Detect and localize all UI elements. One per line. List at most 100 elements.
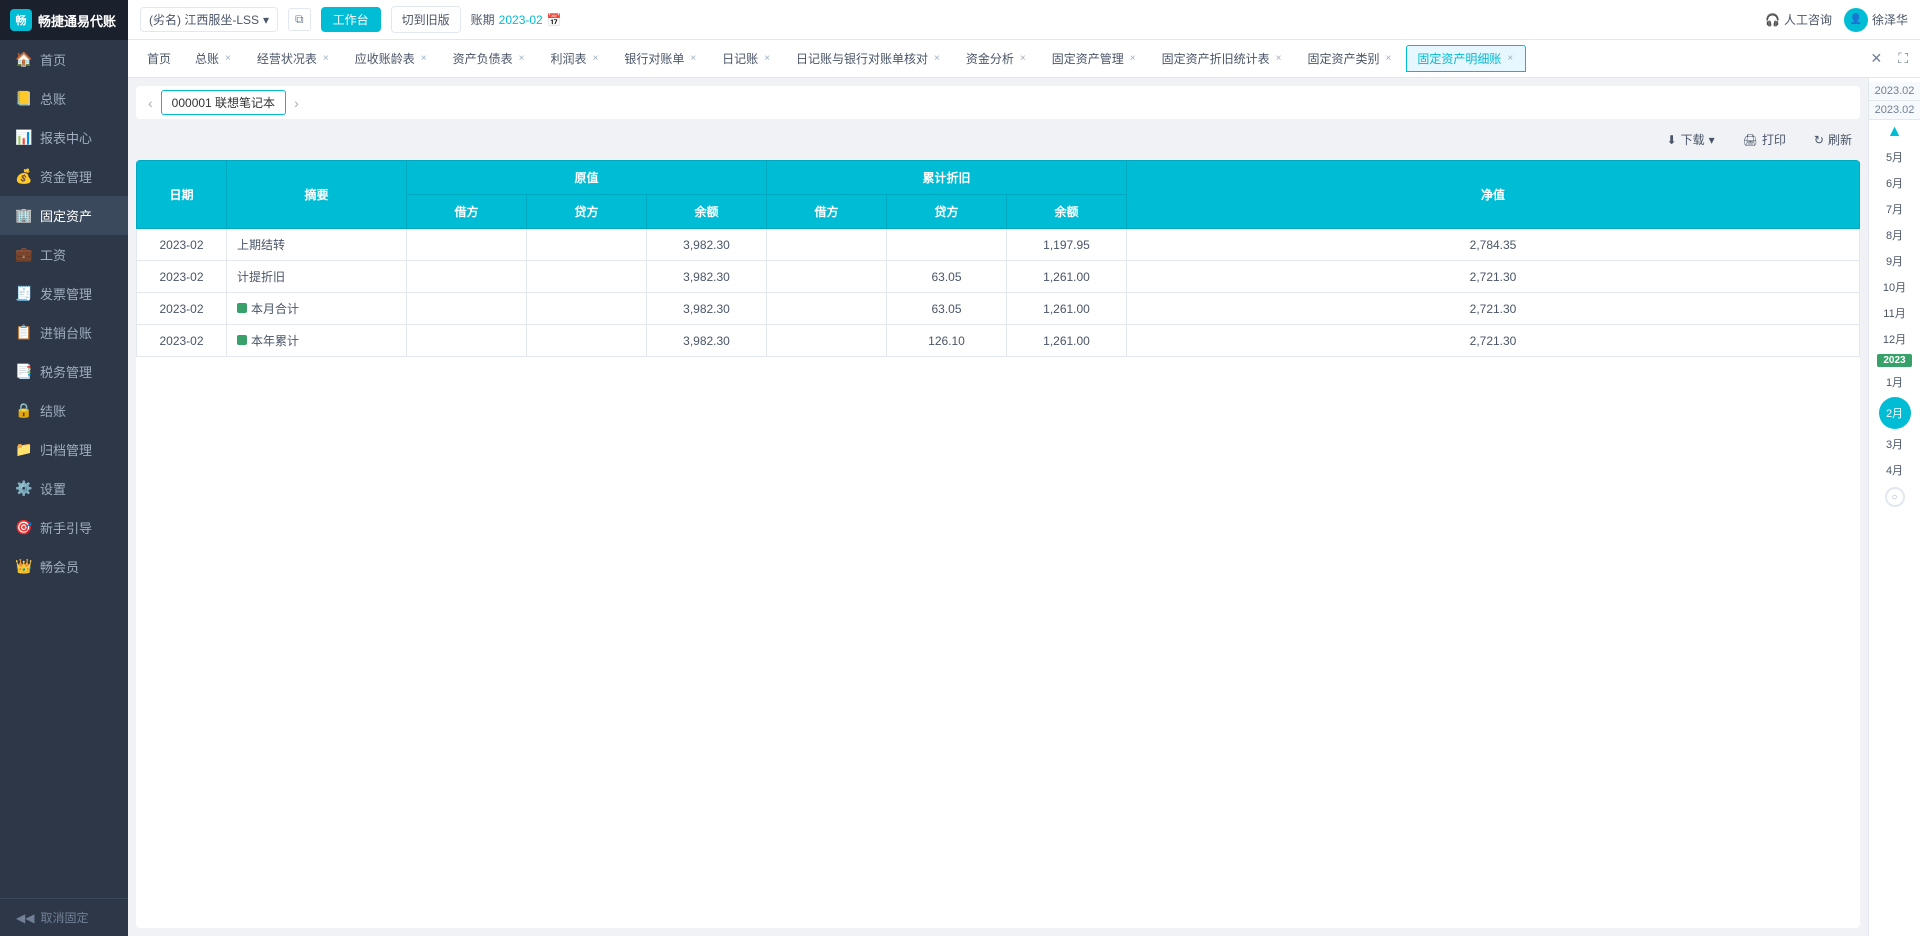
refresh-button[interactable]: ↻ 刷新 (1806, 127, 1860, 152)
tab-fixed-depreciation[interactable]: 固定资产折旧统计表 × (1151, 45, 1295, 72)
sidebar-item-archive[interactable]: 📁 归档管理 (0, 430, 128, 469)
month-10[interactable]: 10月 (1869, 274, 1920, 300)
sidebar-item-ledger[interactable]: 📒 总账 (0, 79, 128, 118)
calendar-icon[interactable]: 📅 (547, 13, 562, 27)
tab-balance-close[interactable]: × (517, 52, 527, 65)
tab-fund-analysis-close[interactable]: × (1018, 52, 1028, 65)
cell-orig-balance-1: 3,982.30 (647, 261, 767, 293)
th-date: 日期 (137, 161, 227, 229)
close-all-button[interactable]: ✕ (1866, 46, 1886, 71)
app-logo: 畅 畅捷通易代账 (0, 0, 128, 40)
print-icon: 🖨 (1743, 133, 1758, 147)
logo-icon: 畅 (10, 9, 32, 31)
cell-net-value-2: 2,721.30 (1127, 293, 1860, 325)
month-6[interactable]: 6月 (1869, 170, 1920, 196)
tab-fixed-mgmt-close[interactable]: × (1128, 52, 1138, 65)
cell-orig-credit-1 (527, 261, 647, 293)
company-selector[interactable]: (劣名) 江西服坐-LSS ▾ (140, 7, 278, 32)
sidebar-item-home[interactable]: 🏠 首页 (0, 40, 128, 79)
cell-orig-credit-3 (527, 325, 647, 357)
tab-receivable[interactable]: 应收账龄表 × (344, 45, 440, 72)
tab-receivable-close[interactable]: × (419, 52, 429, 65)
tab-journal[interactable]: 日记账 × (711, 45, 783, 72)
tab-management-close[interactable]: × (321, 52, 331, 65)
sidebar-item-member[interactable]: 👑 畅会员 (0, 547, 128, 586)
tab-ledger[interactable]: 总账 × (184, 45, 244, 72)
th-accum-balance: 余额 (1007, 195, 1127, 229)
tab-profit-label: 利润表 (550, 50, 586, 67)
tab-home[interactable]: 首页 (136, 45, 182, 72)
th-accum-credit: 贷方 (887, 195, 1007, 229)
sidebar-item-payroll[interactable]: 💼 工资 (0, 235, 128, 274)
tab-fixed-depreciation-close[interactable]: × (1274, 52, 1284, 65)
support-icon: 🎧 (1765, 13, 1780, 27)
tab-journal-bank[interactable]: 日记账与银行对账单核对 × (785, 45, 953, 72)
tab-fund-analysis[interactable]: 资金分析 × (955, 45, 1039, 72)
tab-ledger-close[interactable]: × (223, 52, 233, 65)
cell-orig-debit-1 (407, 261, 527, 293)
avatar-icon: 👤 (1850, 14, 1862, 25)
tab-bank-statement[interactable]: 银行对账单 × (613, 45, 709, 72)
tab-journal-bank-close[interactable]: × (932, 52, 942, 65)
subtab-prev[interactable]: ‹ (144, 93, 157, 113)
old-version-button[interactable]: 切到旧版 (391, 6, 461, 33)
workbench-button[interactable]: 工作台 (321, 7, 381, 32)
maximize-button[interactable]: ⛶ (1894, 46, 1912, 71)
tab-bank-statement-close[interactable]: × (688, 52, 698, 65)
sidebar-item-settings[interactable]: ⚙️ 设置 (0, 469, 128, 508)
user-profile[interactable]: 👤 徐泽华 (1844, 8, 1908, 32)
date-panel-year-top2: 2023.02 (1869, 101, 1920, 120)
tab-journal-close[interactable]: × (762, 52, 772, 65)
tab-fixed-detail[interactable]: 固定资产明细账 × (1406, 45, 1526, 72)
cell-orig-credit-0 (527, 229, 647, 261)
sidebar-item-guide[interactable]: 🎯 新手引导 (0, 508, 128, 547)
month-5[interactable]: 5月 (1869, 144, 1920, 170)
tab-profit-close[interactable]: × (590, 52, 600, 65)
dropdown-arrow-icon: ▾ (263, 13, 269, 27)
month-1[interactable]: 1月 (1869, 369, 1920, 395)
reports-icon: 📊 (16, 130, 32, 146)
sidebar-item-fund[interactable]: 💰 资金管理 (0, 157, 128, 196)
sidebar-item-fixed-assets[interactable]: 🏢 固定资产 (0, 196, 128, 235)
subtab-asset001[interactable]: 000001 联想笔记本 (161, 90, 286, 115)
sidebar-item-sales-ledger[interactable]: 📋 进销台账 (0, 313, 128, 352)
tab-fixed-depreciation-label: 固定资产折旧统计表 (1162, 50, 1270, 67)
month-9[interactable]: 9月 (1869, 248, 1920, 274)
tab-fixed-mgmt[interactable]: 固定资产管理 × (1041, 45, 1149, 72)
sidebar-item-invoice[interactable]: 🧾 发票管理 (0, 274, 128, 313)
cell-net-value-0: 2,784.35 (1127, 229, 1860, 261)
tab-management[interactable]: 经营状况表 × (246, 45, 342, 72)
tab-profit[interactable]: 利润表 × (539, 45, 611, 72)
month-7[interactable]: 7月 (1869, 196, 1920, 222)
main-area: (劣名) 江西服坐-LSS ▾ ⧉ 工作台 切到旧版 账期 2023-02 📅 … (128, 0, 1920, 936)
support-button[interactable]: 🎧 人工咨询 (1765, 11, 1832, 28)
month-2-active[interactable]: 2月 (1879, 397, 1911, 429)
month-11[interactable]: 11月 (1869, 300, 1920, 326)
cell-accum-debit-0 (767, 229, 887, 261)
month-3[interactable]: 3月 (1869, 431, 1920, 457)
month-12[interactable]: 12月 (1869, 326, 1920, 352)
sidebar-item-closing[interactable]: 🔒 结账 (0, 391, 128, 430)
sidebar-label-home: 首页 (40, 50, 66, 69)
subtab-next[interactable]: › (290, 93, 303, 113)
sidebar-label-invoice: 发票管理 (40, 284, 92, 303)
topbar-right: 🎧 人工咨询 👤 徐泽华 (1765, 8, 1908, 32)
refresh-icon: ↻ (1814, 133, 1824, 147)
tab-fixed-category-close[interactable]: × (1383, 52, 1393, 65)
th-orig-debit: 借方 (407, 195, 527, 229)
download-button[interactable]: ⬇ 下载 ▾ (1659, 127, 1723, 152)
month-4[interactable]: 4月 (1869, 457, 1920, 483)
date-nav-up[interactable]: ▲ (1883, 120, 1907, 144)
tab-home-label: 首页 (147, 50, 171, 67)
sidebar-item-tax[interactable]: 📑 税务管理 (0, 352, 128, 391)
sidebar-item-reports[interactable]: 📊 报表中心 (0, 118, 128, 157)
tab-balance[interactable]: 资产负债表 × (442, 45, 538, 72)
month-8[interactable]: 8月 (1869, 222, 1920, 248)
print-button[interactable]: 🖨 打印 (1735, 127, 1794, 152)
tab-fixed-category[interactable]: 固定资产类别 × (1296, 45, 1404, 72)
scroll-indicator[interactable]: ○ (1885, 487, 1905, 507)
copy-button[interactable]: ⧉ (288, 8, 311, 31)
unpin-sidebar[interactable]: ◀◀ 取消固定 (0, 898, 128, 936)
closing-icon: 🔒 (16, 403, 32, 419)
tab-fixed-detail-close[interactable]: × (1505, 52, 1515, 65)
